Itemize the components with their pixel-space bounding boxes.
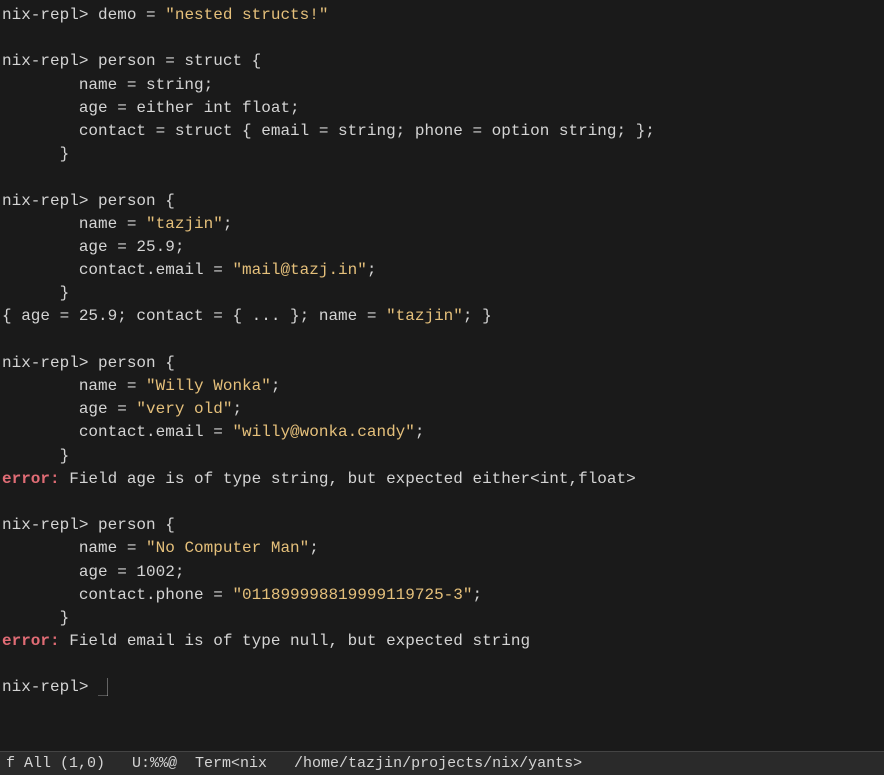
terminal-line: } [0, 607, 884, 630]
terminal-line: contact = struct { email = string; phone… [0, 120, 884, 143]
terminal-line: name = "Willy Wonka"; [0, 375, 884, 398]
terminal-line: nix-repl> person { [0, 514, 884, 537]
terminal-line: age = "very old"; [0, 398, 884, 421]
statusbar-text: f All (1,0) U:%%@ Term<nix /home/tazjin/… [6, 755, 582, 772]
terminal-line: } [0, 445, 884, 468]
terminal-line [0, 27, 884, 50]
terminal-line [0, 329, 884, 352]
terminal-line: name = string; [0, 74, 884, 97]
terminal-line: age = either int float; [0, 97, 884, 120]
terminal-line: contact.email = "willy@wonka.candy"; [0, 421, 884, 444]
terminal: nix-repl> demo = "nested structs!" nix-r… [0, 0, 884, 751]
terminal-line [0, 653, 884, 676]
terminal-line: name = "tazjin"; [0, 213, 884, 236]
terminal-line: error: Field email is of type null, but … [0, 630, 884, 653]
terminal-line: nix-repl> █ [0, 676, 884, 699]
terminal-line: nix-repl> person = struct { [0, 50, 884, 73]
terminal-line [0, 166, 884, 189]
terminal-line: age = 25.9; [0, 236, 884, 259]
terminal-line: error: Field age is of type string, but … [0, 468, 884, 491]
terminal-line: name = "No Computer Man"; [0, 537, 884, 560]
terminal-line: nix-repl> demo = "nested structs!" [0, 4, 884, 27]
statusbar: f All (1,0) U:%%@ Term<nix /home/tazjin/… [0, 751, 884, 775]
terminal-line [0, 491, 884, 514]
terminal-line: nix-repl> person { [0, 352, 884, 375]
terminal-line: contact.phone = "011899998819999119725-3… [0, 584, 884, 607]
terminal-line: age = 1002; [0, 561, 884, 584]
terminal-line: { age = 25.9; contact = { ... }; name = … [0, 305, 884, 328]
terminal-line: } [0, 143, 884, 166]
terminal-line: contact.email = "mail@tazj.in"; [0, 259, 884, 282]
terminal-line: } [0, 282, 884, 305]
terminal-line: nix-repl> person { [0, 190, 884, 213]
